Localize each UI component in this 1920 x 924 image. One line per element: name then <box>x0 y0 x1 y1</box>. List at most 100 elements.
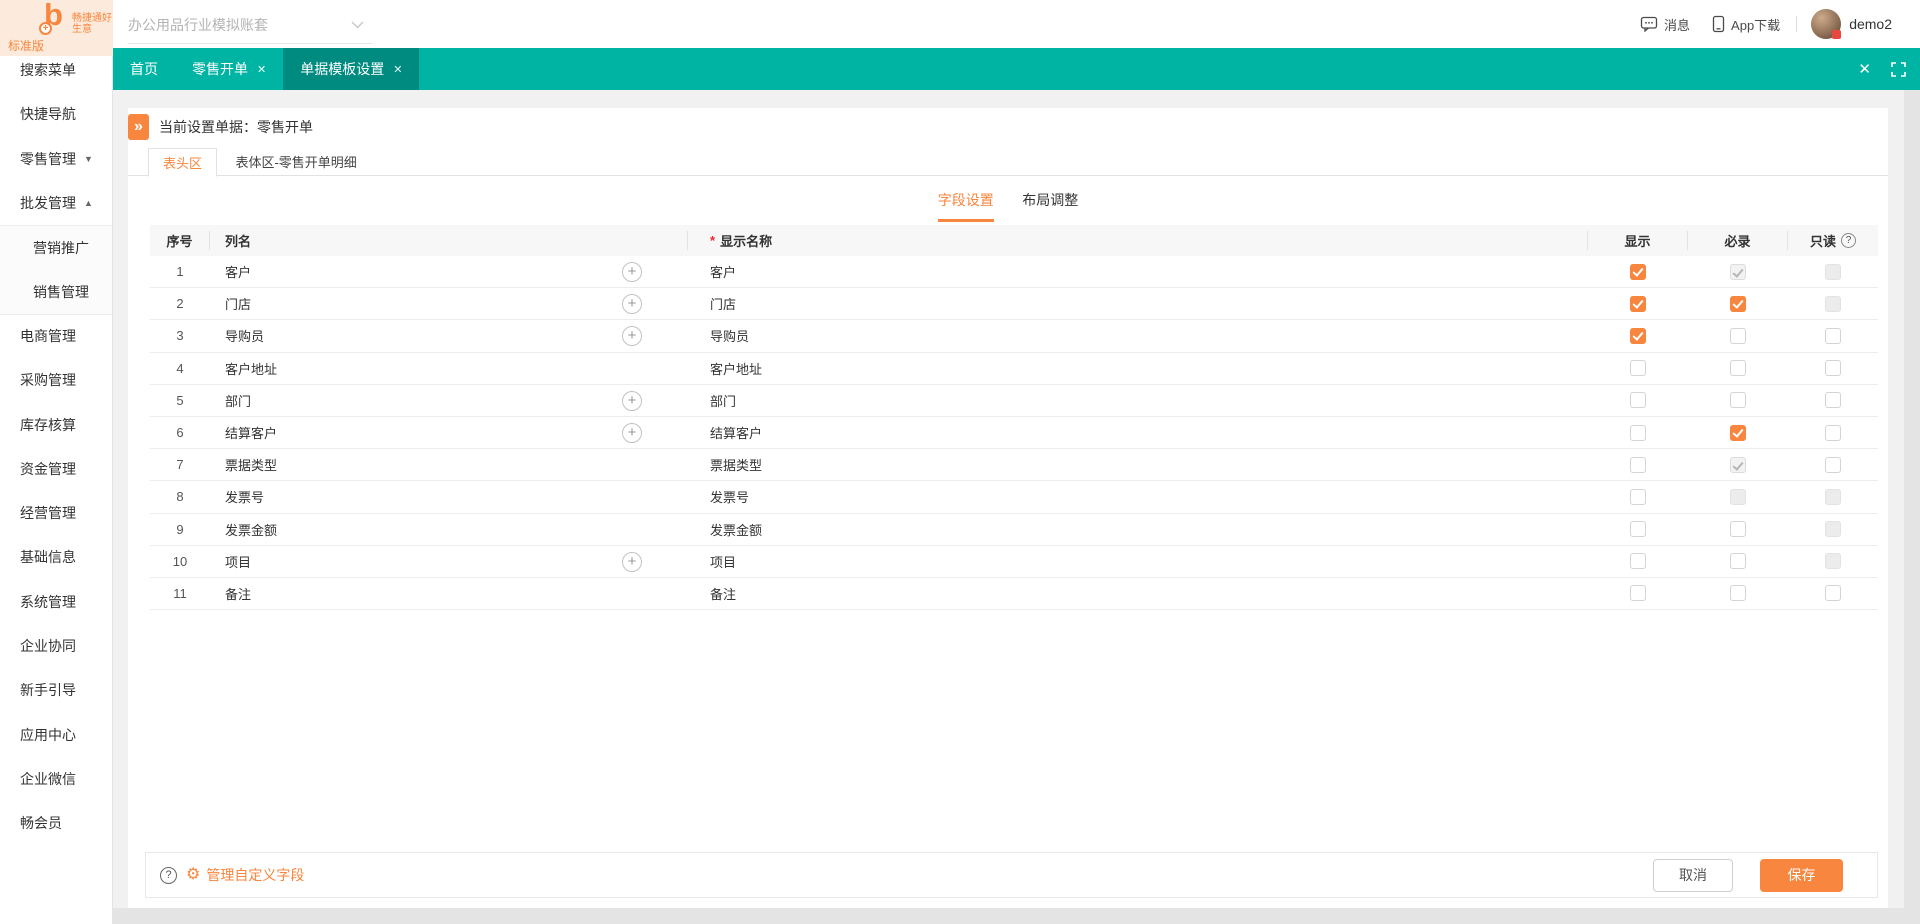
sidebar-item-label: 基础信息 <box>20 549 76 566</box>
required-checkbox[interactable] <box>1730 327 1746 344</box>
fullscreen-icon[interactable] <box>1891 61 1906 77</box>
tab[interactable]: 零售开单 ✕ <box>175 48 283 90</box>
main-panel: 当前设置单据：零售开单 表头区 表体区-零售开单明细 字段设置 布局调整 序号 … <box>128 108 1888 908</box>
add-field-icon[interactable] <box>622 390 642 411</box>
vertical-scrollbar[interactable] <box>1904 90 1920 924</box>
show-checkbox[interactable] <box>1630 585 1646 602</box>
display-name-cell[interactable]: 结算客户 <box>688 417 1588 448</box>
required-checkbox[interactable] <box>1730 585 1746 602</box>
display-name-cell[interactable]: 部门 <box>688 385 1588 416</box>
tab-close-icon[interactable]: ✕ <box>257 63 266 76</box>
readonly-checkbox[interactable] <box>1825 263 1841 280</box>
row-number: 2 <box>176 296 184 312</box>
brand-logo[interactable]: 畅捷通好生意 标准版 <box>0 0 113 56</box>
readonly-checkbox[interactable] <box>1825 456 1841 473</box>
cancel-button[interactable]: 取消 <box>1653 858 1733 892</box>
readonly-checkbox[interactable] <box>1825 521 1841 538</box>
collapse-chevrons-icon[interactable] <box>128 114 149 140</box>
tab[interactable]: 首页 <box>113 48 175 90</box>
sidebar-item[interactable]: 电商管理 <box>0 313 112 358</box>
account-set-select[interactable]: 办公用品行业模拟账套 <box>128 6 372 44</box>
display-name-cell[interactable]: 票据类型 <box>688 449 1588 480</box>
show-checkbox[interactable] <box>1630 360 1646 377</box>
readonly-help-icon[interactable] <box>1841 233 1856 248</box>
sidebar-item[interactable]: 快捷导航 <box>0 92 112 136</box>
display-name-cell[interactable]: 发票金额 <box>688 514 1588 545</box>
sidebar-item[interactable]: 销售管理 <box>0 269 112 314</box>
display-name-cell[interactable]: 项目 <box>688 546 1588 577</box>
column-name: 发票金额 <box>225 522 278 538</box>
tab-body-zone[interactable]: 表体区-零售开单明细 <box>221 147 370 176</box>
readonly-checkbox[interactable] <box>1825 488 1841 505</box>
tab-field-settings[interactable]: 字段设置 <box>937 190 994 222</box>
readonly-checkbox[interactable] <box>1825 327 1841 344</box>
readonly-checkbox[interactable] <box>1825 585 1841 602</box>
display-name-cell[interactable]: 发票号 <box>688 481 1588 512</box>
display-name-cell[interactable]: 客户 <box>688 256 1588 287</box>
display-name-cell[interactable]: 导购员 <box>688 320 1588 351</box>
sidebar-item[interactable]: 批发管理 ▲ <box>0 181 112 225</box>
sidebar-item[interactable]: 零售管理 ▼ <box>0 137 112 181</box>
sidebar-item[interactable]: 系统管理 <box>0 580 112 624</box>
tab[interactable]: 单据模板设置 ✕ <box>283 48 420 90</box>
display-name-cell[interactable]: 门店 <box>688 288 1588 319</box>
required-checkbox[interactable] <box>1730 295 1746 312</box>
required-checkbox[interactable] <box>1730 553 1746 570</box>
show-checkbox[interactable] <box>1630 488 1646 505</box>
display-name-cell[interactable]: 备注 <box>688 578 1588 609</box>
sidebar-item[interactable]: 新手引导 <box>0 668 112 712</box>
show-checkbox[interactable] <box>1630 392 1646 409</box>
tab-header-zone[interactable]: 表头区 <box>148 148 218 177</box>
user-avatar[interactable] <box>1811 9 1842 39</box>
required-checkbox[interactable] <box>1730 488 1746 505</box>
sidebar-item[interactable]: 应用中心 <box>0 712 112 756</box>
show-checkbox[interactable] <box>1630 456 1646 473</box>
add-field-icon[interactable] <box>622 294 642 315</box>
readonly-checkbox[interactable] <box>1825 553 1841 570</box>
readonly-checkbox[interactable] <box>1825 392 1841 409</box>
sidebar-item[interactable]: 经营管理 <box>0 491 112 535</box>
readonly-checkbox[interactable] <box>1825 295 1841 312</box>
readonly-checkbox[interactable] <box>1825 360 1841 377</box>
show-checkbox[interactable] <box>1630 553 1646 570</box>
sidebar-item-label: 经营管理 <box>20 505 76 522</box>
required-checkbox[interactable] <box>1730 263 1746 280</box>
show-checkbox[interactable] <box>1630 424 1646 441</box>
tab-layout-adjust[interactable]: 布局调整 <box>1022 190 1078 219</box>
app-download-button[interactable]: App下载 <box>1712 15 1780 34</box>
display-name-cell[interactable]: 客户地址 <box>688 353 1588 384</box>
add-field-icon[interactable] <box>622 326 642 347</box>
sidebar-item[interactable]: 企业微信 <box>0 757 112 801</box>
required-checkbox[interactable] <box>1730 424 1746 441</box>
required-checkbox[interactable] <box>1730 456 1746 473</box>
horizontal-scrollbar[interactable] <box>113 908 1904 924</box>
sidebar-item[interactable]: 资金管理 <box>0 447 112 491</box>
show-checkbox[interactable] <box>1630 521 1646 538</box>
help-icon[interactable] <box>160 866 177 884</box>
manage-custom-fields-link[interactable]: 管理自定义字段 <box>206 865 304 885</box>
sidebar-item[interactable]: 库存核算 <box>0 402 112 446</box>
sidebar-item[interactable]: 基础信息 <box>0 535 112 579</box>
sidebar-item[interactable]: 畅会员 <box>0 801 112 845</box>
add-field-icon[interactable] <box>622 422 642 443</box>
close-icon[interactable]: ✕ <box>1858 62 1871 77</box>
add-field-icon[interactable] <box>622 551 642 572</box>
required-checkbox[interactable] <box>1730 392 1746 409</box>
add-field-icon[interactable] <box>622 262 642 282</box>
required-checkbox[interactable] <box>1730 521 1746 538</box>
messages-button[interactable]: 消息 <box>1640 15 1690 34</box>
show-checkbox[interactable] <box>1630 327 1646 344</box>
tab-close-icon[interactable]: ✕ <box>393 63 402 76</box>
username[interactable]: demo2 <box>1849 16 1892 32</box>
readonly-checkbox[interactable] <box>1825 424 1841 441</box>
sidebar-item[interactable]: 营销推广 <box>0 225 112 270</box>
show-checkbox[interactable] <box>1630 263 1646 280</box>
sidebar-item[interactable]: 企业协同 <box>0 624 112 668</box>
sidebar-item[interactable]: 采购管理 <box>0 358 112 402</box>
sidebar-item-label: 应用中心 <box>20 726 76 743</box>
tab-bar: 首页 零售开单 ✕ 单据模板设置 ✕ ✕ <box>113 48 1920 90</box>
tab-label: 单据模板设置 <box>300 61 385 77</box>
save-button[interactable]: 保存 <box>1760 858 1843 892</box>
required-checkbox[interactable] <box>1730 360 1746 377</box>
show-checkbox[interactable] <box>1630 295 1646 312</box>
